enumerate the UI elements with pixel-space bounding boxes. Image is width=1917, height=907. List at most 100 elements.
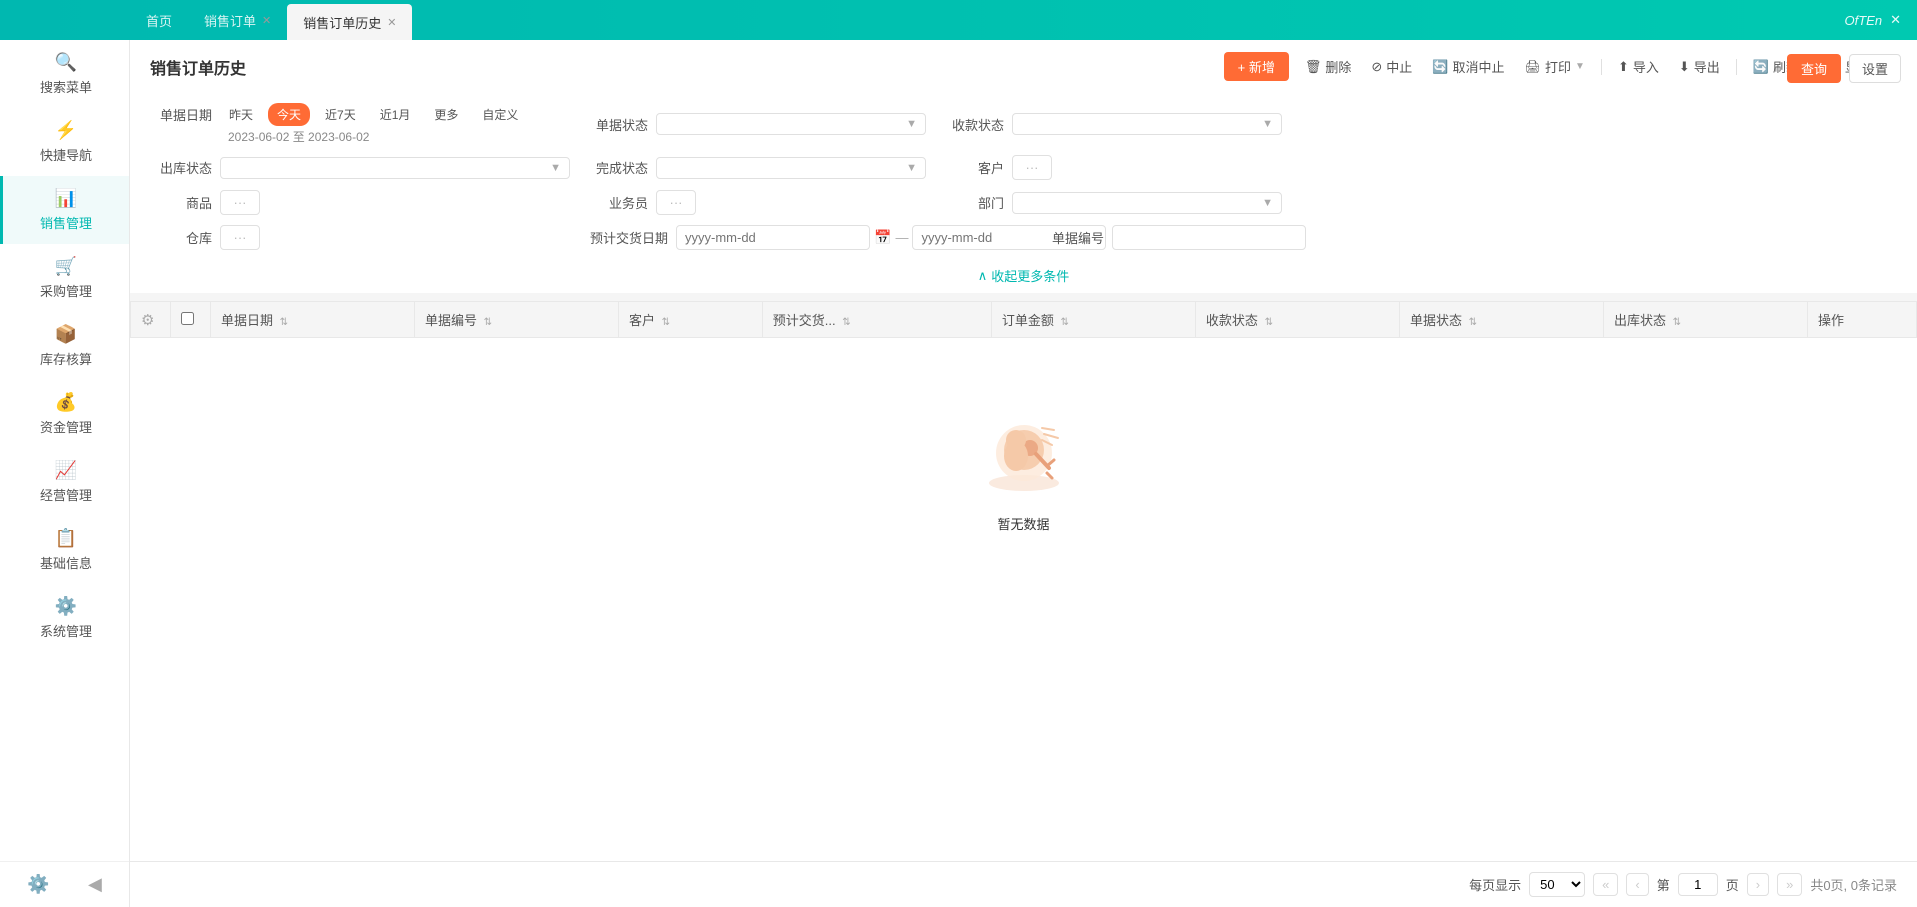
sidebar-bottom: ⚙️ ◀ (0, 861, 129, 907)
date-btn-7days[interactable]: 近7天 (316, 103, 365, 126)
tab-sales-order-close[interactable]: ✕ (262, 14, 271, 27)
th-stock-out: 出库状态 ⇅ (1603, 302, 1807, 338)
sidebar-item-search-menu[interactable]: 🔍 搜索菜单 (0, 40, 129, 108)
cancel-stop-button[interactable]: 🔄 取消中止 (1428, 53, 1508, 80)
date-range-text: 2023-06-02 至 2023-06-02 (228, 128, 369, 145)
sidebar-label-sys-mgmt: 系统管理 (40, 621, 92, 640)
customer-label: 客户 (942, 158, 1012, 177)
sidebar-label-inventory: 库存核算 (40, 349, 92, 368)
new-button[interactable]: + 新增 (1224, 52, 1289, 81)
sort-payment-icon[interactable]: ⇅ (1265, 317, 1273, 328)
stock-out-arrow-icon: ▼ (550, 162, 561, 174)
salesperson-dots[interactable]: ··· (656, 190, 696, 215)
tab-home-label: 首页 (146, 11, 172, 30)
table-header-row: ⚙ 单据日期 ⇅ 单据编号 ⇅ (131, 302, 1917, 338)
sort-customer-icon[interactable]: ⇅ (662, 317, 670, 328)
sidebar-item-sales-mgmt[interactable]: 📊 销售管理 (0, 176, 129, 244)
sort-order-no-icon[interactable]: ⇅ (484, 317, 492, 328)
sidebar-label-base-info: 基础信息 (40, 553, 92, 572)
page-input[interactable] (1678, 873, 1718, 896)
sort-delivery-icon[interactable]: ⇅ (842, 317, 850, 328)
often-label: OfTEn (1845, 13, 1883, 28)
sidebar-item-inventory[interactable]: 📦 库存核算 (0, 312, 129, 380)
sidebar-label-sales-mgmt: 销售管理 (40, 213, 92, 232)
tab-sales-order[interactable]: 销售订单 ✕ (188, 0, 287, 40)
warehouse-dots[interactable]: ··· (220, 225, 260, 250)
print-button[interactable]: 🖨 打印 ▼ (1521, 53, 1589, 80)
stop-label: 中止 (1386, 57, 1412, 76)
top-bar-right: OfTEn ✕ (1845, 12, 1901, 28)
chevron-up-icon: ∧ (978, 268, 988, 284)
payment-status-select[interactable]: ▼ (1012, 113, 1282, 135)
first-page-button[interactable]: « (1593, 873, 1618, 896)
query-button[interactable]: 查询 (1787, 54, 1841, 83)
collapse-row[interactable]: ∧ 收起更多条件 (150, 260, 1897, 293)
th-order-status: 单据状态 ⇅ (1399, 302, 1603, 338)
stop-icon: ⊘ (1371, 59, 1382, 75)
import-label: 导入 (1633, 57, 1659, 76)
date-btn-custom[interactable]: 自定义 (473, 103, 527, 126)
page-label-after: 页 (1726, 875, 1739, 894)
toolbar: + 新增 🗑 删除 ⊘ 中止 🔄 取消中止 🖨 (1224, 52, 1897, 81)
payment-status-arrow-icon: ▼ (1262, 118, 1273, 130)
pagination-bar: 每页显示 50 100 200 « ‹ 第 页 › » 共0页, 0条记录 (130, 861, 1917, 907)
stock-out-select[interactable]: ▼ (220, 157, 570, 179)
th-order-no-label: 单据编号 (425, 313, 477, 328)
th-operation-label: 操作 (1818, 313, 1844, 328)
order-no-input[interactable] (1112, 225, 1306, 250)
sort-stock-out-icon[interactable]: ⇅ (1673, 317, 1681, 328)
import-button[interactable]: ⬆ 导入 (1614, 53, 1663, 80)
sort-order-status-icon[interactable]: ⇅ (1469, 317, 1477, 328)
date-btn-today[interactable]: 今天 (268, 103, 310, 126)
th-stock-out-label: 出库状态 (1614, 313, 1666, 328)
product-dots[interactable]: ··· (220, 190, 260, 215)
date-btn-more[interactable]: 更多 (425, 103, 467, 126)
sort-amount-icon[interactable]: ⇅ (1061, 317, 1069, 328)
last-page-button[interactable]: » (1777, 873, 1802, 896)
prev-page-button[interactable]: ‹ (1626, 873, 1648, 896)
table-settings-icon[interactable]: ⚙ (141, 312, 154, 329)
stock-out-label: 出库状态 (150, 158, 220, 177)
sort-date-icon[interactable]: ⇅ (280, 317, 288, 328)
customer-dots[interactable]: ··· (1012, 155, 1052, 180)
date-btn-1month[interactable]: 近1月 (371, 103, 420, 126)
order-status-select[interactable]: ▼ (656, 113, 926, 135)
sidebar-item-operations[interactable]: 📈 经营管理 (0, 448, 129, 516)
department-select[interactable]: ▼ (1012, 192, 1282, 214)
complete-label: 完成状态 (586, 158, 656, 177)
next-page-button[interactable]: › (1747, 873, 1769, 896)
payment-status-label: 收款状态 (942, 115, 1012, 134)
sidebar-item-quick-nav[interactable]: ⚡ 快捷导航 (0, 108, 129, 176)
print-label: 打印 (1545, 57, 1571, 76)
delivery-date-start[interactable] (676, 225, 870, 250)
tab-sales-order-history-close[interactable]: ✕ (387, 16, 396, 29)
page-header-section: 销售订单历史 + 新增 🗑 删除 ⊘ 中止 🔄 取消中止 (130, 40, 1917, 293)
sidebar-item-base-info[interactable]: 📋 基础信息 (0, 516, 129, 584)
order-status-arrow-icon: ▼ (906, 118, 917, 130)
filter-row-4: 仓库 ··· 预计交货日期 📅 — 📅 (150, 225, 1897, 250)
settings-bottom-icon[interactable]: ⚙️ (27, 874, 49, 895)
delete-button[interactable]: 🗑 删除 (1301, 53, 1356, 80)
sidebar-item-purchase-mgmt[interactable]: 🛒 采购管理 (0, 244, 129, 312)
collapse-sidebar-icon[interactable]: ◀ (88, 874, 102, 895)
cancel-stop-label: 取消中止 (1452, 57, 1504, 76)
tab-home[interactable]: 首页 (130, 0, 188, 40)
table-body: 暂无数据 (131, 338, 1917, 594)
sidebar-item-finance[interactable]: 💰 资金管理 (0, 380, 129, 448)
tab-sales-order-history[interactable]: 销售订单历史 ✕ (287, 4, 412, 40)
calendar-start-icon[interactable]: 📅 (874, 229, 891, 246)
sidebar-item-sys-mgmt[interactable]: ⚙️ 系统管理 (0, 584, 129, 652)
top-bar-close[interactable]: ✕ (1890, 12, 1901, 28)
select-all-checkbox[interactable] (181, 312, 194, 325)
content-area: 销售订单历史 + 新增 🗑 删除 ⊘ 中止 🔄 取消中止 (130, 40, 1917, 907)
export-button[interactable]: ⬇ 导出 (1675, 53, 1724, 80)
settings-button[interactable]: 设置 (1849, 54, 1901, 83)
th-order-no: 单据编号 ⇅ (415, 302, 619, 338)
stop-button[interactable]: ⊘ 中止 (1367, 53, 1416, 80)
import-icon: ⬆ (1618, 59, 1629, 75)
sys-mgmt-icon: ⚙️ (55, 596, 77, 617)
complete-select[interactable]: ▼ (656, 157, 926, 179)
date-btn-yesterday[interactable]: 昨天 (220, 103, 262, 126)
per-page-select[interactable]: 50 100 200 (1529, 872, 1585, 897)
page-title-row: 销售订单历史 + 新增 🗑 删除 ⊘ 中止 🔄 取消中止 (130, 40, 1917, 81)
